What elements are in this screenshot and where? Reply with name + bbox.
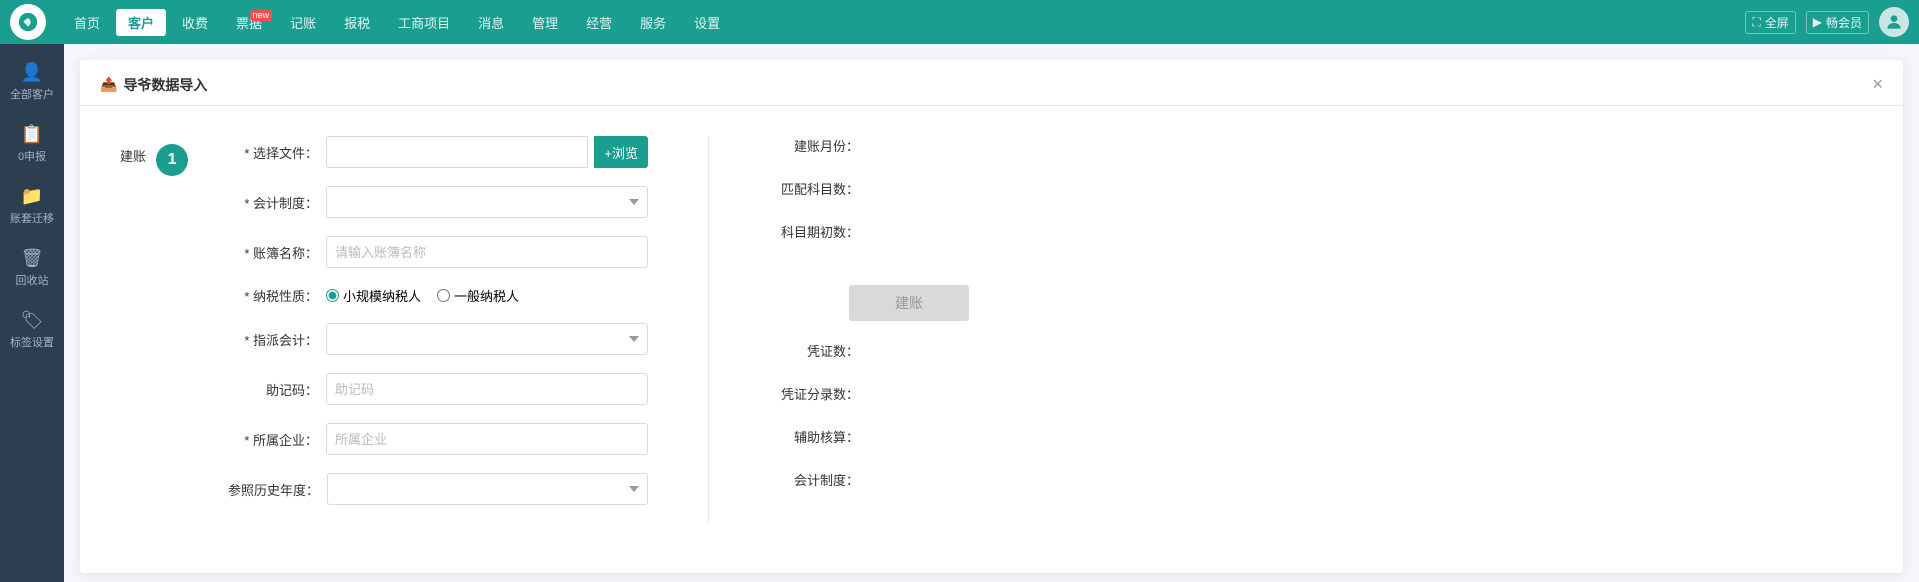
- nav-item-service[interactable]: 服务: [628, 9, 678, 36]
- period-opening-row: 科目期初数：: [769, 222, 1049, 241]
- reference-year-row: 参照历史年度：: [228, 473, 648, 505]
- build-month-label: 建账月份：: [769, 136, 859, 155]
- assigned-accountant-select[interactable]: [326, 323, 648, 355]
- nav-item-charge[interactable]: 收费: [170, 9, 220, 36]
- memo-code-label: 助记码：: [228, 380, 318, 399]
- dialog-title: 📤 导爷数据导入: [100, 75, 207, 95]
- affiliated-company-label: * 所属企业：: [228, 430, 318, 449]
- voucher-entries-label: 凭证分录数：: [769, 384, 859, 403]
- sidebar-item-recycle[interactable]: 🗑 回收站: [4, 240, 60, 296]
- step-section: 建账 1: [120, 136, 188, 523]
- account-migration-icon: 📁: [21, 186, 43, 207]
- affiliated-company-input[interactable]: [326, 423, 648, 455]
- memo-code-input[interactable]: [326, 373, 648, 405]
- file-input[interactable]: [326, 136, 588, 168]
- assigned-accountant-row: * 指派会计：: [228, 323, 648, 355]
- aux-accounting-label: 辅助核算：: [769, 427, 859, 446]
- form-left: * 选择文件： +浏览 * 会计制度：: [228, 136, 648, 523]
- ledger-name-input[interactable]: [326, 236, 648, 268]
- nav-item-message[interactable]: 消息: [466, 9, 516, 36]
- tag-settings-icon: 🏷: [21, 310, 44, 331]
- nav-items: 首页 客户 收费 票据 new 记账 报税 工商项目 消息 管理 经营 服务 设…: [62, 9, 1745, 36]
- affiliated-company-row: * 所属企业：: [228, 423, 648, 455]
- sidebar: 👤 全部客户 📋 0申报 📁 账套迁移 🗑 回收站 🏷 标签设置: [0, 44, 64, 582]
- sidebar-item-zero-declaration[interactable]: 📋 0申报: [4, 116, 60, 172]
- fullscreen-icon: ⛶: [1752, 15, 1760, 30]
- accounting-system-row: * 会计制度：: [228, 186, 648, 218]
- radio-small-input[interactable]: [326, 289, 339, 302]
- voucher-entries-row: 凭证分录数：: [769, 384, 1049, 403]
- nav-item-client[interactable]: 客户: [116, 9, 166, 36]
- nav-item-operation[interactable]: 经营: [574, 9, 624, 36]
- radio-general-taxpayer[interactable]: 一般纳税人: [437, 286, 519, 305]
- reference-year-select[interactable]: [327, 473, 648, 505]
- section-divider: [708, 136, 709, 523]
- nav-item-business[interactable]: 工商项目: [386, 9, 462, 36]
- sidebar-item-account-migration[interactable]: 📁 账套迁移: [4, 178, 60, 234]
- nav-item-bookkeeping[interactable]: 记账: [278, 9, 328, 36]
- dialog-wrap: 📤 导爷数据导入 × 建账 1 * 选择文件：: [80, 60, 1903, 573]
- right-accounting-system-label: 会计制度：: [769, 470, 859, 489]
- play-icon: ▶: [1813, 15, 1822, 29]
- build-account-button[interactable]: 建账: [849, 285, 969, 321]
- reference-year-label: 参照历史年度：: [228, 480, 319, 499]
- right-accounting-system-row: 会计制度：: [769, 470, 1049, 489]
- assigned-accountant-label: * 指派会计：: [228, 330, 318, 349]
- main-layout: 👤 全部客户 📋 0申报 📁 账套迁移 🗑 回收站 🏷 标签设置 📤 导爷: [0, 44, 1919, 582]
- nav-item-home[interactable]: 首页: [62, 9, 112, 36]
- sidebar-item-tag-settings[interactable]: 🏷 标签设置: [4, 302, 60, 358]
- zero-declaration-icon: 📋: [21, 124, 43, 145]
- nav-badge-new: new: [250, 10, 273, 21]
- aux-accounting-row: 辅助核算：: [769, 427, 1049, 446]
- match-subjects-label: 匹配科目数：: [769, 179, 859, 198]
- ledger-name-label: * 账簿名称：: [228, 243, 318, 262]
- nav-right: ⛶ 全屏 ▶ 畅会员: [1745, 7, 1909, 37]
- nav-item-settings[interactable]: 设置: [682, 9, 732, 36]
- vouchers-row: 凭证数：: [769, 341, 1049, 360]
- top-nav: 首页 客户 收费 票据 new 记账 报税 工商项目 消息 管理 经营 服务 设…: [0, 0, 1919, 44]
- nav-logo[interactable]: [10, 4, 46, 40]
- form-right-section: 建账月份： 匹配科目数： 科目期初数：: [769, 136, 1049, 523]
- form-body: 建账 1 * 选择文件： +浏览 * 会计制度：: [80, 106, 1903, 553]
- dialog-close-button[interactable]: ×: [1872, 74, 1883, 95]
- main-content: 📤 导爷数据导入 × 建账 1 * 选择文件：: [64, 44, 1919, 582]
- ledger-name-row: * 账簿名称：: [228, 236, 648, 268]
- all-clients-icon: 👤: [21, 62, 43, 83]
- radio-small-taxpayer[interactable]: 小规模纳税人: [326, 286, 421, 305]
- accounting-system-select[interactable]: [326, 186, 648, 218]
- dialog-header: 📤 导爷数据导入 ×: [80, 60, 1903, 106]
- recycle-icon: 🗑: [21, 248, 44, 269]
- tax-type-row: * 纳税性质： 小规模纳税人 一般纳税人: [228, 286, 648, 305]
- memo-code-row: 助记码：: [228, 373, 648, 405]
- user-avatar[interactable]: [1879, 7, 1909, 37]
- radio-general-input[interactable]: [437, 289, 450, 302]
- browse-button[interactable]: +浏览: [594, 136, 648, 168]
- period-opening-label: 科目期初数：: [769, 222, 859, 241]
- tax-type-label: * 纳税性质：: [228, 286, 318, 305]
- sidebar-item-all-clients[interactable]: 👤 全部客户: [4, 54, 60, 110]
- member-button[interactable]: ▶ 畅会员: [1806, 11, 1869, 34]
- accounting-system-label: * 会计制度：: [228, 193, 318, 212]
- form-right: 建账月份： 匹配科目数： 科目期初数：: [769, 136, 1049, 523]
- file-input-group: +浏览: [326, 136, 648, 168]
- file-row: * 选择文件： +浏览: [228, 136, 648, 168]
- step-circle: 1: [156, 144, 188, 176]
- tax-type-radio-group: 小规模纳税人 一般纳税人: [326, 286, 519, 305]
- file-label: * 选择文件：: [228, 143, 318, 162]
- nav-item-tax[interactable]: 报税: [332, 9, 382, 36]
- match-subjects-row: 匹配科目数：: [769, 179, 1049, 198]
- nav-item-manage[interactable]: 管理: [520, 9, 570, 36]
- import-icon: 📤: [100, 76, 117, 93]
- fullscreen-button[interactable]: ⛶ 全屏: [1745, 11, 1795, 34]
- vouchers-label: 凭证数：: [769, 341, 859, 360]
- nav-item-invoice[interactable]: 票据 new: [224, 9, 274, 36]
- build-month-row: 建账月份：: [769, 136, 1049, 155]
- step-label: 建账: [120, 146, 146, 165]
- build-btn-wrap: 建账: [769, 265, 1049, 321]
